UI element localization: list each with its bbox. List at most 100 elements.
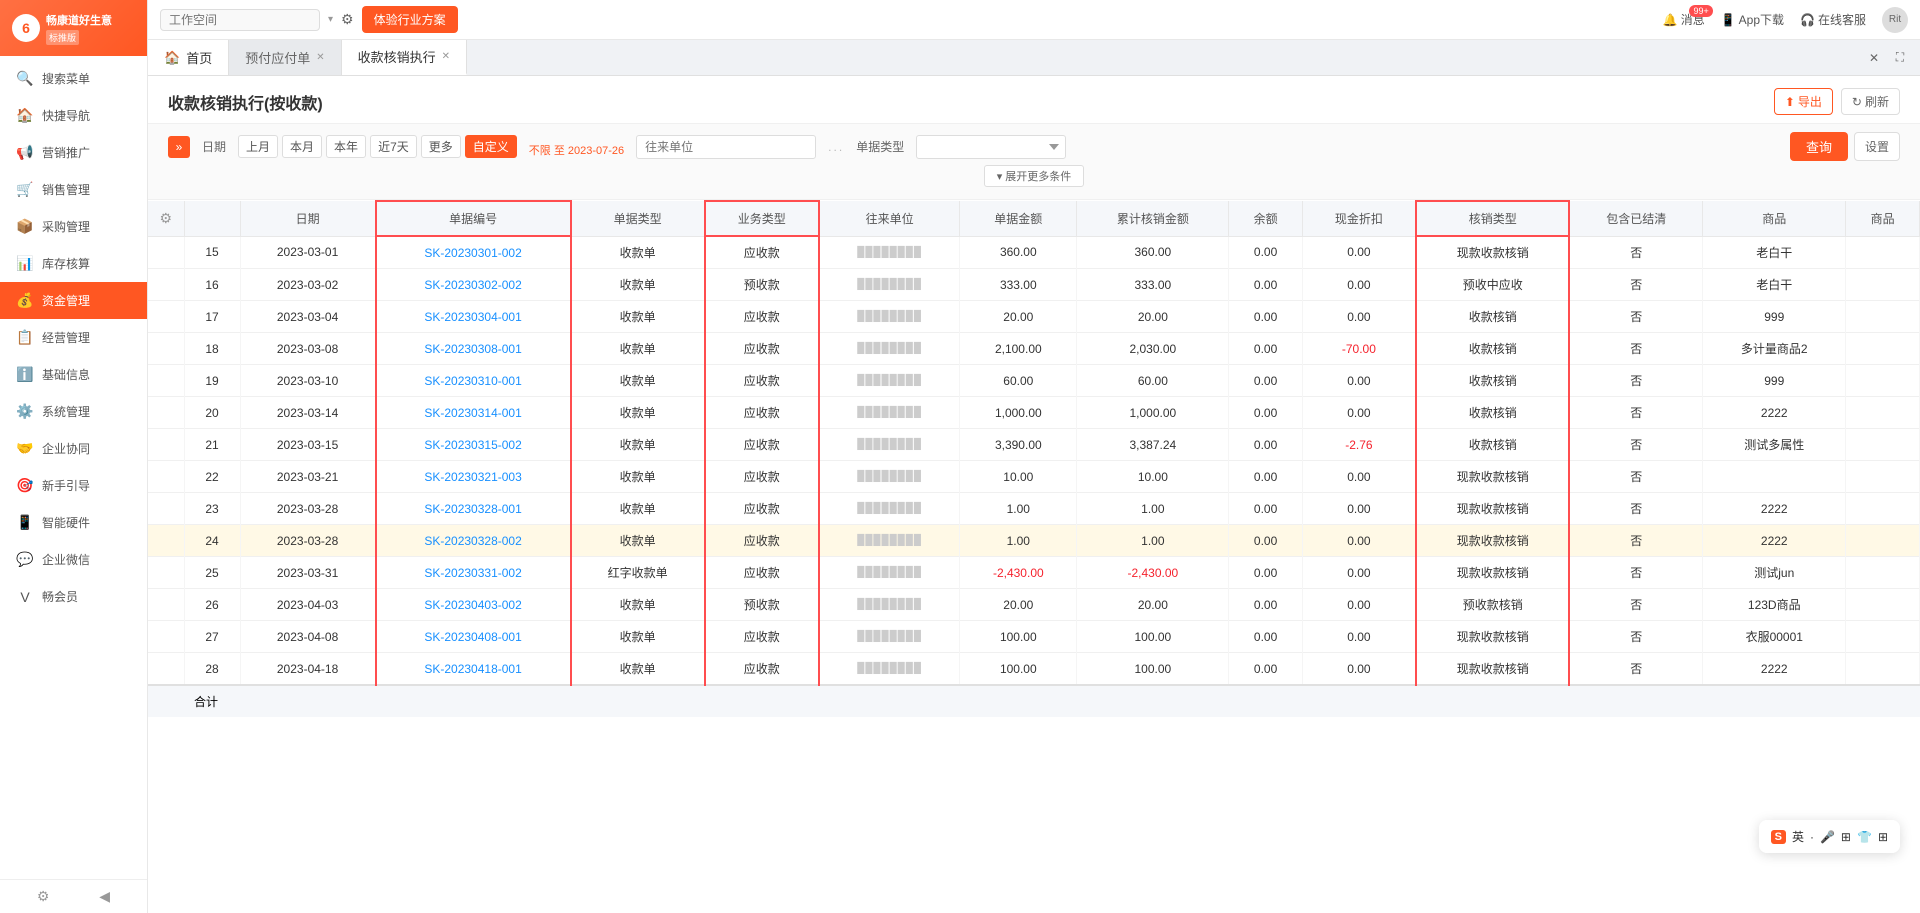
online-service-btn[interactable]: 🎧 在线客服 [1800, 11, 1866, 28]
sidebar-item-wechat[interactable]: 💬 企业微信 [0, 541, 147, 578]
table-cell[interactable]: SK-20230301-002 [376, 236, 571, 269]
tab-close-prepay[interactable]: ✕ [316, 52, 324, 63]
table-cell: 收款单 [571, 621, 705, 653]
sidebar-item-guide[interactable]: 🎯 新手引导 [0, 467, 147, 504]
settings-icon[interactable]: ⚙ [341, 11, 354, 28]
tab-close-all-btn[interactable]: ✕ [1862, 46, 1886, 70]
last-month-btn[interactable]: 上月 [238, 135, 278, 158]
sidebar-item-basic[interactable]: ℹ️ 基础信息 [0, 356, 147, 393]
floating-shirt-icon[interactable]: 👕 [1857, 830, 1872, 844]
bill-no-link[interactable]: SK-20230321-003 [424, 470, 521, 484]
table-cell: -2,430.00 [960, 557, 1077, 589]
table-cell: 否 [1569, 621, 1702, 653]
table-cell[interactable]: SK-20230418-001 [376, 653, 571, 686]
solution-button[interactable]: 体验行业方案 [362, 6, 458, 33]
sidebar-item-sales[interactable]: 🛒 销售管理 [0, 171, 147, 208]
bill-no-link[interactable]: SK-20230315-002 [424, 438, 521, 452]
table-cell[interactable]: SK-20230328-001 [376, 493, 571, 525]
column-settings-icon[interactable]: ⚙ [159, 210, 172, 226]
sidebar-item-hardware[interactable]: 📱 智能硬件 [0, 504, 147, 541]
partner-input[interactable] [636, 135, 816, 159]
refresh-button[interactable]: ↻ 刷新 [1841, 88, 1900, 115]
bill-no-link[interactable]: SK-20230418-001 [424, 662, 521, 676]
bill-no-link[interactable]: SK-20230314-001 [424, 406, 521, 420]
table-row: 282023-04-18SK-20230418-001收款单应收款███████… [148, 653, 1920, 686]
export-button[interactable]: ⬆ 导出 [1774, 88, 1833, 115]
table-cell [1846, 397, 1920, 429]
table-cell[interactable]: SK-20230328-002 [376, 525, 571, 557]
tab-expand-btn[interactable]: ⛶ [1888, 46, 1912, 70]
table-cell[interactable]: SK-20230310-001 [376, 365, 571, 397]
sidebar: 6 畅康道好生意 标推版 🔍 搜索菜单 🏠 快捷导航 📢 营销推广 🛒 销售管理… [0, 0, 148, 913]
sidebar-item-quicknav[interactable]: 🏠 快捷导航 [0, 97, 147, 134]
sidebar-settings-btn[interactable]: ⚙ [37, 888, 50, 905]
table-cell: 1,000.00 [960, 397, 1077, 429]
table-cell[interactable]: SK-20230403-002 [376, 589, 571, 621]
notification-btn[interactable]: 🔔 消息 99+ [1663, 11, 1705, 28]
sidebar-item-enterprise[interactable]: 🤝 企业协同 [0, 430, 147, 467]
user-avatar[interactable]: Rit [1882, 7, 1908, 33]
bill-no-link[interactable]: SK-20230301-002 [424, 246, 521, 260]
this-year-btn[interactable]: 本年 [326, 135, 366, 158]
workspace-input[interactable] [160, 9, 320, 31]
sidebar-item-system[interactable]: ⚙️ 系统管理 [0, 393, 147, 430]
floating-mic-icon[interactable]: 🎤 [1820, 830, 1835, 844]
table-cell[interactable]: SK-20230321-003 [376, 461, 571, 493]
handshake-icon: 🤝 [16, 440, 34, 457]
bill-no-link[interactable]: SK-20230408-001 [424, 630, 521, 644]
table-cell[interactable]: SK-20230408-001 [376, 621, 571, 653]
bill-no-link[interactable]: SK-20230304-001 [424, 310, 521, 324]
tab-close-receipt[interactable]: ✕ [442, 51, 450, 62]
sidebar-item-inventory[interactable]: 📊 库存核算 [0, 245, 147, 282]
tab-home[interactable]: 🏠 首页 [148, 40, 229, 75]
sidebar-item-marketing[interactable]: 📢 营销推广 [0, 134, 147, 171]
table-cell: 0.00 [1302, 621, 1416, 653]
sidebar-item-search[interactable]: 🔍 搜索菜单 [0, 60, 147, 97]
bill-no-link[interactable]: SK-20230331-002 [424, 566, 521, 580]
table-cell: 收款单 [571, 333, 705, 365]
bill-no-link[interactable]: SK-20230328-001 [424, 502, 521, 516]
bill-no-link[interactable]: SK-20230328-002 [424, 534, 521, 548]
bill-no-link[interactable]: SK-20230310-001 [424, 374, 521, 388]
filter-expand-btn[interactable]: » [168, 136, 190, 158]
table-cell: 28 [184, 653, 240, 686]
table-cell[interactable]: SK-20230302-002 [376, 269, 571, 301]
bill-type-select[interactable] [916, 135, 1066, 159]
table-cell[interactable]: SK-20230308-001 [376, 333, 571, 365]
table-cell[interactable]: SK-20230315-002 [376, 429, 571, 461]
filter-setting-button[interactable]: 设置 [1854, 132, 1900, 161]
table-cell [148, 461, 184, 493]
col-settings-header[interactable]: ⚙ [148, 201, 184, 236]
sidebar-item-finance[interactable]: 💰 资金管理 [0, 282, 147, 319]
sidebar-item-member[interactable]: V 畅会员 [0, 578, 147, 615]
sidebar-item-operation[interactable]: 📋 经营管理 [0, 319, 147, 356]
footer-goods2 [1846, 685, 1920, 717]
bill-no-link[interactable]: SK-20230308-001 [424, 342, 521, 356]
table-cell: ████████ [819, 236, 960, 269]
table-cell[interactable]: SK-20230304-001 [376, 301, 571, 333]
table-cell [148, 301, 184, 333]
bill-no-link[interactable]: SK-20230302-002 [424, 278, 521, 292]
sidebar-collapse-btn[interactable]: ◀ [99, 888, 110, 905]
floating-grid-icon[interactable]: ⊞ [1841, 830, 1851, 844]
floating-apps-icon[interactable]: ⊞ [1878, 830, 1888, 844]
table-cell [1846, 333, 1920, 365]
bill-no-link[interactable]: SK-20230403-002 [424, 598, 521, 612]
search-icon: 🔍 [16, 70, 34, 87]
date-filter-buttons: 上月 本月 本年 近7天 更多 自定义 [238, 135, 517, 158]
custom-date-btn[interactable]: 自定义 [465, 135, 517, 158]
expand-more-button[interactable]: ▾ 展开更多条件 [984, 165, 1085, 187]
this-month-btn[interactable]: 本月 [282, 135, 322, 158]
tab-prepay[interactable]: 预付应付单 ✕ [229, 40, 341, 75]
query-button[interactable]: 查询 [1790, 132, 1848, 161]
last-7days-btn[interactable]: 近7天 [370, 135, 417, 158]
app-download-btn[interactable]: 📱 App下载 [1721, 11, 1784, 28]
tab-receipt[interactable]: 收款核销执行 ✕ [342, 40, 467, 75]
more-date-btn[interactable]: 更多 [421, 135, 461, 158]
table-cell: 测试jun [1703, 557, 1846, 589]
table-cell[interactable]: SK-20230331-002 [376, 557, 571, 589]
sidebar-item-purchase[interactable]: 📦 采购管理 [0, 208, 147, 245]
footer-verified [1077, 685, 1229, 717]
table-cell: ████████ [819, 493, 960, 525]
table-cell[interactable]: SK-20230314-001 [376, 397, 571, 429]
